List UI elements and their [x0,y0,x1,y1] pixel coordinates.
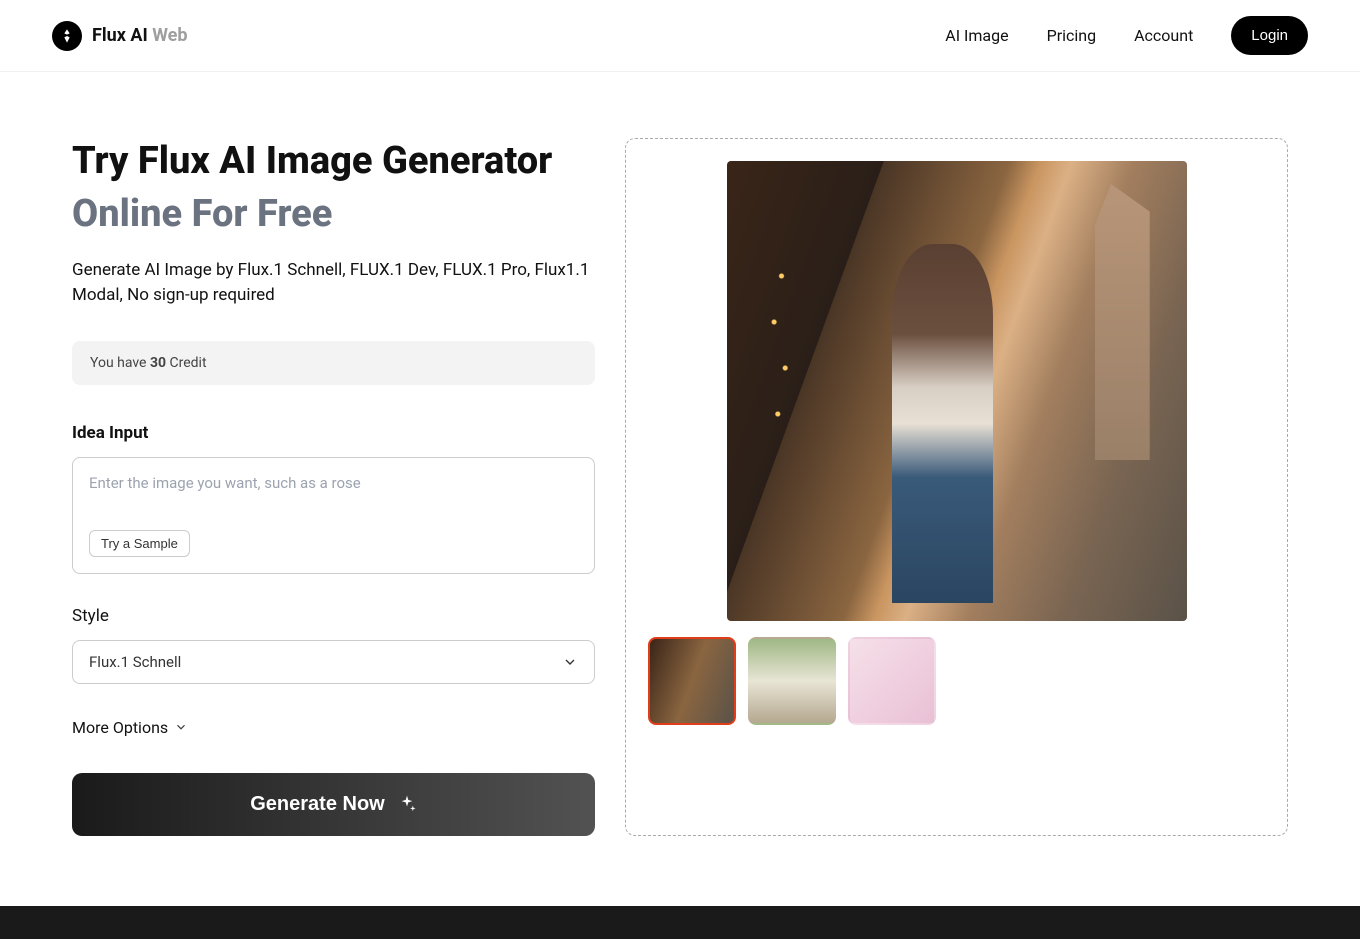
thumbnail-3[interactable] [848,637,936,725]
top-nav: AI Image Pricing Account Login [945,16,1308,55]
main-container: Try Flux AI Image Generator Online For F… [0,72,1360,866]
idea-input-label: Idea Input [72,423,595,443]
generate-button[interactable]: Generate Now [72,773,595,836]
style-select[interactable]: Flux.1 Schnell [72,640,595,684]
idea-input-wrap: Try a Sample [72,457,595,574]
thumbnail-row [648,637,1265,725]
hero-title-line1: Try Flux AI Image Generator [72,138,595,186]
hero-subtitle: Generate AI Image by Flux.1 Schnell, FLU… [72,258,595,309]
style-label: Style [72,606,595,626]
footer [0,906,1360,939]
nav-account[interactable]: Account [1134,26,1193,45]
brand-logo[interactable]: Flux AI Web [52,21,188,51]
chevron-down-icon [174,720,188,734]
login-button[interactable]: Login [1231,16,1308,55]
sparkle-icon [397,794,417,814]
style-selected-value: Flux.1 Schnell [89,653,181,671]
form-panel: Try Flux AI Image Generator Online For F… [72,138,595,836]
idea-input[interactable] [89,474,578,518]
main-header: Flux AI Web AI Image Pricing Account Log… [0,0,1360,72]
logo-icon [52,21,82,51]
hero-title-line2: Online For Free [72,192,595,236]
nav-ai-image[interactable]: AI Image [945,26,1008,45]
nav-pricing[interactable]: Pricing [1047,26,1097,45]
thumbnail-2[interactable] [748,637,836,725]
try-sample-button[interactable]: Try a Sample [89,530,190,557]
main-preview-image [727,161,1187,621]
preview-panel [625,138,1288,836]
thumbnail-1[interactable] [648,637,736,725]
credit-info: You have 30 Credit [72,341,595,385]
brand-name: Flux AI Web [92,25,188,46]
more-options-toggle[interactable]: More Options [72,718,595,737]
chevron-down-icon [562,654,578,670]
